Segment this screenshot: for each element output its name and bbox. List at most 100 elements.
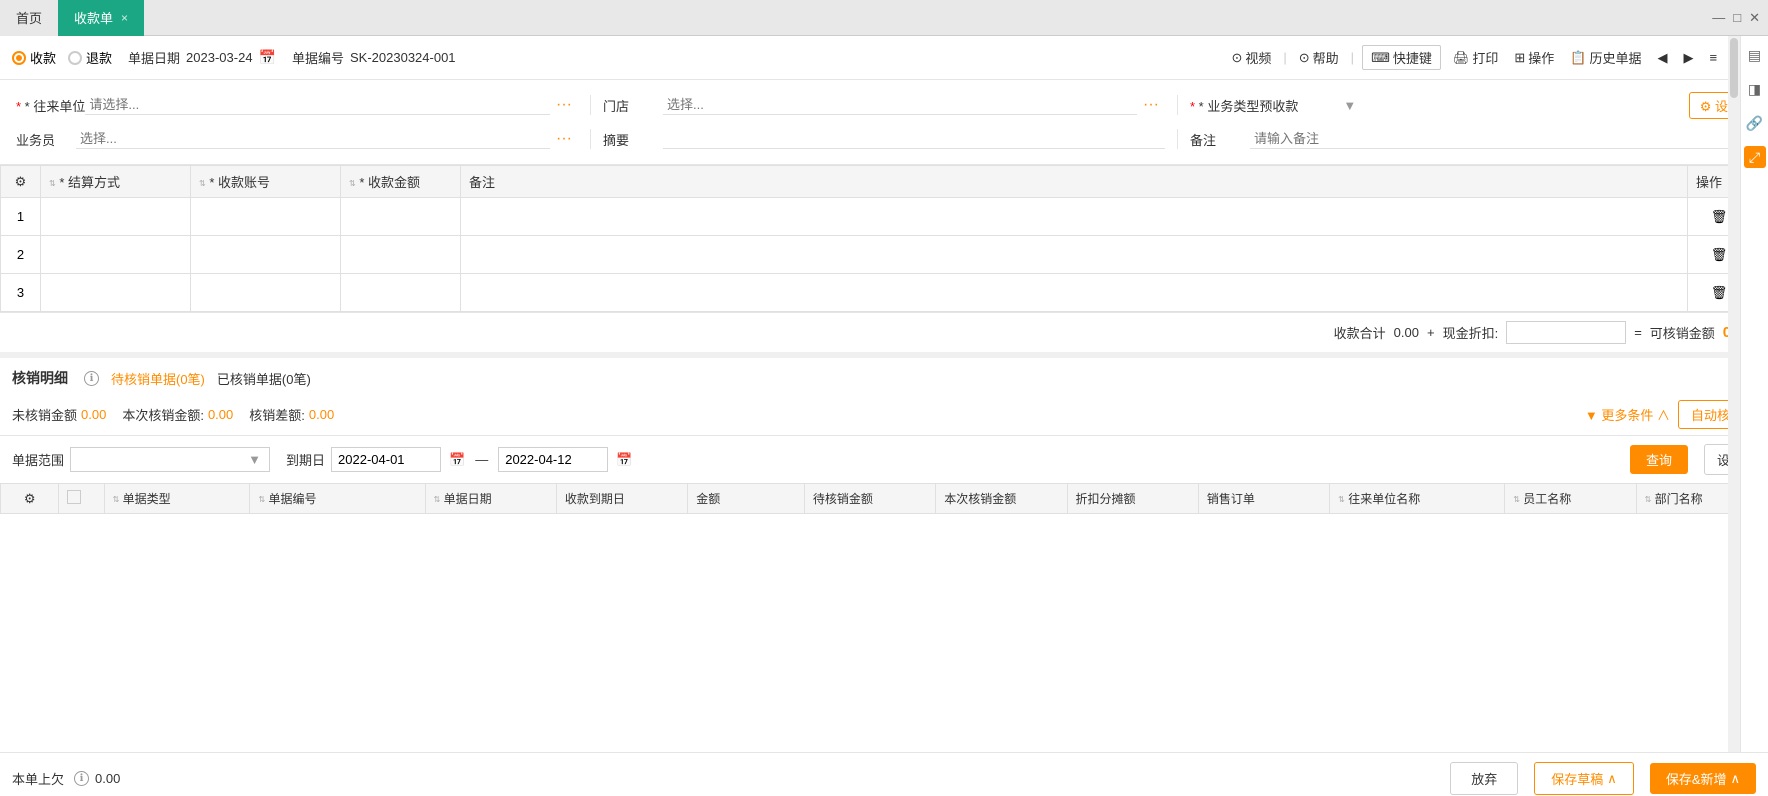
sidebar-expand-icon[interactable]: ⤢ (1744, 146, 1766, 168)
layout-icon: ≡ (1710, 50, 1718, 65)
per-order-value: 0.00 (95, 771, 120, 786)
radio-collection-label: 收款 (30, 48, 56, 67)
done-tab[interactable]: 已核销单据(0笔) (217, 369, 311, 388)
number-field: 单据编号 SK-20230324-001 (292, 48, 456, 67)
staff-more-icon[interactable]: ··· (550, 130, 578, 148)
bottom-checkbox-header[interactable] (59, 484, 104, 514)
bottom-type-header: ⇅ 单据类型 (104, 484, 250, 514)
per-order-label: 本单上欠 (12, 769, 64, 788)
row-note-3[interactable] (461, 274, 1688, 312)
tab-close-icon[interactable]: × (121, 11, 128, 25)
select-all-checkbox[interactable] (67, 490, 81, 504)
row-account-3[interactable] (191, 274, 341, 312)
notes-input[interactable] (1250, 129, 1752, 149)
row-account-1[interactable] (191, 198, 341, 236)
sort-icon-staff: ⇅ (1513, 496, 1520, 504)
row-settlement-3[interactable] (41, 274, 191, 312)
bottom-number-header: ⇅ 单据编号 (250, 484, 425, 514)
operations-label: 操作 (1528, 48, 1554, 67)
date-from-input[interactable] (331, 447, 441, 472)
per-order-info-icon[interactable]: ℹ (74, 771, 89, 786)
sidebar-panel-icon[interactable]: ◨ (1744, 78, 1766, 100)
pending-tab[interactable]: 待核销单据(0笔) (111, 369, 205, 388)
current-writeoff: 本次核销金额: 0.00 (122, 405, 233, 424)
sort-icon-amount: ⇅ (349, 180, 356, 188)
counterparty-label: * 往来单位 (16, 96, 85, 115)
row-settlement-2[interactable] (41, 236, 191, 274)
query-btn[interactable]: 查询 (1630, 445, 1688, 474)
shop-more-icon[interactable]: ··· (1137, 96, 1165, 114)
scroll-track[interactable] (1728, 36, 1740, 796)
row-no-1: 1 (1, 198, 41, 236)
sidebar-link-icon[interactable]: 🔗 (1744, 112, 1766, 134)
tab-collection[interactable]: 收款单 × (58, 0, 144, 36)
date-from-icon[interactable]: 📅 (449, 452, 465, 468)
nav-next-btn[interactable]: ▶ (1680, 48, 1698, 68)
scroll-thumb (1730, 38, 1738, 98)
account-header: ⇅ * 收款账号 (191, 166, 341, 198)
help-icon: ⊙ (1299, 50, 1310, 66)
sidebar-table-icon[interactable]: ▤ (1744, 44, 1766, 66)
row-note-1[interactable] (461, 198, 1688, 236)
delete-icon-1[interactable]: 🗑 (1711, 209, 1728, 225)
summary-input[interactable] (663, 129, 1165, 149)
calendar-icon[interactable]: 📅 (259, 49, 276, 66)
save-new-btn[interactable]: 保存&新增 ∧ (1650, 763, 1756, 794)
equals-sign: = (1634, 325, 1642, 340)
sort-icon-type: ⇅ (113, 496, 120, 504)
diff-label: 核销差额: (249, 405, 305, 424)
range-select[interactable]: ▼ (70, 447, 270, 472)
row-account-2[interactable] (191, 236, 341, 274)
range-label: 单据范围 (12, 450, 64, 469)
row-settlement-1[interactable] (41, 198, 191, 236)
main-content: 收款 退款 单据日期 2023-03-24 📅 单据编号 SK-20230324… (0, 36, 1768, 796)
operations-icon: ⊞ (1514, 50, 1525, 66)
shortcut-btn[interactable]: ⌨ 快捷键 (1362, 45, 1441, 70)
table-gear-header[interactable]: ⚙ (1, 166, 41, 198)
row-no-2: 2 (1, 236, 41, 274)
discard-btn[interactable]: 放弃 (1450, 762, 1518, 795)
row-amount-1[interactable] (341, 198, 461, 236)
minimize-icon[interactable]: — (1712, 10, 1725, 25)
sort-icon-settlement: ⇅ (49, 180, 56, 188)
writeoff-info-icon[interactable]: ℹ (84, 371, 99, 386)
summary-label: 摘要 (603, 130, 663, 149)
gear-icon[interactable]: ⚙ (15, 174, 27, 189)
bottom-staff-header: ⇅ 员工名称 (1505, 484, 1636, 514)
total-value: 0.00 (1394, 325, 1419, 340)
row-amount-2[interactable] (341, 236, 461, 274)
layout-btn[interactable]: ≡ (1706, 48, 1722, 67)
radio-refund[interactable]: 退款 (68, 48, 112, 67)
form-row-2: 业务员 ··· 摘要 备注 (12, 122, 1756, 156)
date-label: 单据日期 (128, 48, 180, 67)
delete-icon-2[interactable]: 🗑 (1711, 247, 1728, 263)
video-btn[interactable]: ⊙ 视频 (1227, 46, 1275, 69)
operations-btn[interactable]: ⊞ 操作 (1510, 46, 1558, 69)
print-btn[interactable]: 🖨 打印 (1449, 46, 1503, 69)
date-to-icon[interactable]: 📅 (616, 452, 632, 468)
help-btn[interactable]: ⊙ 帮助 (1295, 46, 1343, 69)
radio-collection[interactable]: 收款 (12, 48, 56, 67)
shop-input[interactable] (663, 95, 1137, 115)
bottom-gear-header[interactable]: ⚙ (1, 484, 59, 514)
maximize-icon[interactable]: □ (1733, 10, 1741, 25)
more-conditions-btn[interactable]: ▼ 更多条件 ∧ (1585, 405, 1670, 424)
discount-input[interactable] (1506, 321, 1626, 344)
counterparty-more-icon[interactable]: ··· (550, 96, 578, 114)
staff-input[interactable] (76, 129, 550, 149)
bottom-counterparty-header: ⇅ 往来单位名称 (1330, 484, 1505, 514)
counterparty-input[interactable] (85, 95, 550, 115)
row-note-2[interactable] (461, 236, 1688, 274)
payment-type-radio: 收款 退款 (12, 48, 112, 67)
writeoff-title: 核销明细 (12, 368, 68, 388)
date-to-input[interactable] (498, 447, 608, 472)
biz-type-dropdown-icon[interactable]: ▼ (1343, 98, 1356, 113)
close-icon[interactable]: ✕ (1749, 10, 1760, 26)
save-draft-btn[interactable]: 保存草稿 ∧ (1534, 762, 1634, 795)
row-amount-3[interactable] (341, 274, 461, 312)
tab-home[interactable]: 首页 (0, 0, 58, 36)
delete-icon-3[interactable]: 🗑 (1711, 285, 1728, 301)
unwriteoff-value: 0.00 (81, 407, 106, 422)
history-btn[interactable]: 📋 历史单据 (1566, 46, 1645, 69)
nav-prev-btn[interactable]: ◀ (1654, 48, 1672, 68)
